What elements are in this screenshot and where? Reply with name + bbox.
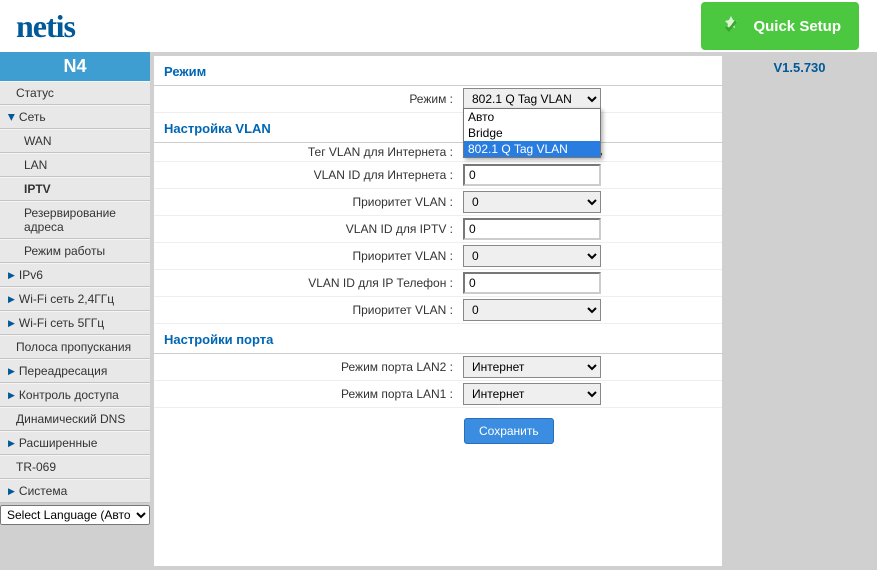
sidebar-item-wan[interactable]: WAN bbox=[0, 129, 150, 153]
sidebar-item-wifi5[interactable]: ▶Wi-Fi сеть 5ГГц bbox=[0, 311, 150, 335]
section-port-title: Настройки порта bbox=[154, 324, 722, 354]
row-tag-vlan: Тег VLAN для Интернета : ить bbox=[154, 143, 722, 162]
label-vlan-id-phone: VLAN ID для IP Телефон : bbox=[154, 276, 459, 290]
input-vlan-id-phone[interactable] bbox=[463, 272, 601, 294]
container: N4 Статус ▶Сеть WAN LAN IPTV Резервирова… bbox=[0, 52, 877, 570]
chevron-icon: ▶ bbox=[8, 486, 15, 497]
sidebar-item-network[interactable]: ▶Сеть bbox=[0, 105, 150, 129]
quick-setup-button[interactable]: Quick Setup bbox=[701, 2, 859, 50]
section-mode-title: Режим bbox=[154, 56, 722, 86]
save-row: Сохранить bbox=[154, 408, 722, 454]
row-port-lan2: Режим порта LAN2 : Интернет bbox=[154, 354, 722, 381]
select-port-lan2[interactable]: Интернет bbox=[463, 356, 601, 378]
select-vlan-prio2[interactable]: 0 bbox=[463, 245, 601, 267]
row-vlan-id-iptv: VLAN ID для IPTV : bbox=[154, 216, 722, 243]
sidebar-item-workmode[interactable]: Режим работы bbox=[0, 239, 150, 263]
right-column: V1.5.730 bbox=[722, 52, 877, 570]
save-button[interactable]: Сохранить bbox=[464, 418, 554, 444]
sidebar-item-ipv6[interactable]: ▶IPv6 bbox=[0, 263, 150, 287]
sidebar-item-wifi24[interactable]: ▶Wi-Fi сеть 2,4ГГц bbox=[0, 287, 150, 311]
select-vlan-prio1[interactable]: 0 bbox=[463, 191, 601, 213]
language-select[interactable]: Select Language (Авто) bbox=[0, 505, 150, 525]
chevron-down-icon: ▶ bbox=[6, 114, 17, 121]
sidebar-item-status[interactable]: Статус bbox=[0, 81, 150, 105]
sidebar-item-tr069[interactable]: TR-069 bbox=[0, 455, 150, 479]
sidebar-item-advanced[interactable]: ▶Расширенные bbox=[0, 431, 150, 455]
row-vlan-prio2: Приоритет VLAN : 0 bbox=[154, 243, 722, 270]
label-port-lan2: Режим порта LAN2 : bbox=[154, 360, 459, 374]
mode-option-bridge[interactable]: Bridge bbox=[464, 125, 600, 141]
label-vlan-id-iptv: VLAN ID для IPTV : bbox=[154, 222, 459, 236]
quick-setup-label: Quick Setup bbox=[753, 18, 841, 35]
row-vlan-id-phone: VLAN ID для IP Телефон : bbox=[154, 270, 722, 297]
mode-option-tag[interactable]: 802.1 Q Tag VLAN bbox=[464, 141, 600, 157]
row-vlan-prio3: Приоритет VLAN : 0 bbox=[154, 297, 722, 324]
chevron-icon: ▶ bbox=[8, 294, 15, 305]
select-vlan-prio3[interactable]: 0 bbox=[463, 299, 601, 321]
chevron-icon: ▶ bbox=[8, 318, 15, 329]
sidebar-item-reserve[interactable]: Резервирование адреса bbox=[0, 201, 150, 239]
row-vlan-id-wan: VLAN ID для Интернета : bbox=[154, 162, 722, 189]
row-vlan-prio1: Приоритет VLAN : 0 bbox=[154, 189, 722, 216]
wizard-icon bbox=[719, 14, 743, 38]
chevron-icon: ▶ bbox=[8, 366, 15, 377]
model-label: N4 bbox=[0, 52, 150, 81]
mode-option-auto[interactable]: Авто bbox=[464, 109, 600, 125]
sidebar-item-forwarding[interactable]: ▶Переадресация bbox=[0, 359, 150, 383]
mode-dropdown-list: Авто Bridge 802.1 Q Tag VLAN bbox=[463, 108, 601, 158]
language-select-row: Select Language (Авто) bbox=[0, 505, 150, 525]
input-vlan-id-wan[interactable] bbox=[463, 164, 601, 186]
label-vlan-prio2: Приоритет VLAN : bbox=[154, 249, 459, 263]
version-label: V1.5.730 bbox=[730, 60, 869, 75]
select-port-lan1[interactable]: Интернет bbox=[463, 383, 601, 405]
header: netis Quick Setup bbox=[0, 0, 877, 52]
sidebar-item-ddns[interactable]: Динамический DNS bbox=[0, 407, 150, 431]
sidebar-item-lan[interactable]: LAN bbox=[0, 153, 150, 177]
mode-select[interactable]: 802.1 Q Tag VLAN bbox=[463, 88, 601, 110]
label-mode: Режим : bbox=[154, 92, 459, 106]
sidebar: N4 Статус ▶Сеть WAN LAN IPTV Резервирова… bbox=[0, 52, 150, 570]
sidebar-item-access[interactable]: ▶Контроль доступа bbox=[0, 383, 150, 407]
chevron-icon: ▶ bbox=[8, 390, 15, 401]
sidebar-item-bandwidth[interactable]: Полоса пропускания bbox=[0, 335, 150, 359]
chevron-icon: ▶ bbox=[8, 270, 15, 281]
section-vlan-title: Настройка VLAN bbox=[154, 113, 722, 143]
row-mode: Режим : 802.1 Q Tag VLAN Авто Bridge 802… bbox=[154, 86, 722, 113]
logo: netis bbox=[16, 8, 75, 45]
main-panel: Режим Режим : 802.1 Q Tag VLAN Авто Brid… bbox=[154, 56, 722, 566]
sidebar-item-iptv[interactable]: IPTV bbox=[0, 177, 150, 201]
input-vlan-id-iptv[interactable] bbox=[463, 218, 601, 240]
row-port-lan1: Режим порта LAN1 : Интернет bbox=[154, 381, 722, 408]
label-port-lan1: Режим порта LAN1 : bbox=[154, 387, 459, 401]
label-tag-vlan: Тег VLAN для Интернета : bbox=[154, 145, 459, 159]
label-vlan-prio3: Приоритет VLAN : bbox=[154, 303, 459, 317]
sidebar-item-system[interactable]: ▶Система bbox=[0, 479, 150, 503]
label-vlan-id-wan: VLAN ID для Интернета : bbox=[154, 168, 459, 182]
label-vlan-prio1: Приоритет VLAN : bbox=[154, 195, 459, 209]
control-mode: 802.1 Q Tag VLAN Авто Bridge 802.1 Q Tag… bbox=[459, 88, 601, 110]
chevron-icon: ▶ bbox=[8, 438, 15, 449]
